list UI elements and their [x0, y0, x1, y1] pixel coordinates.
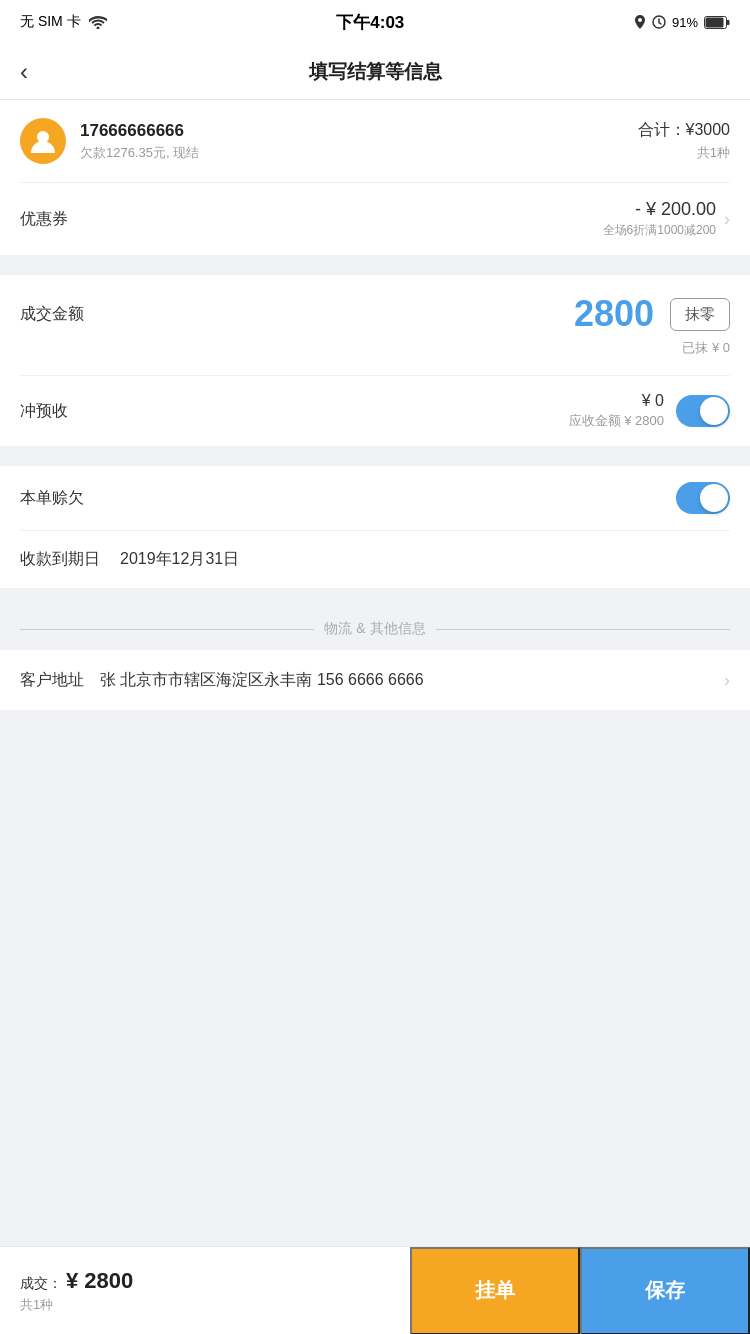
- section-gap-2: [0, 456, 750, 466]
- credit-note-label: 本单赊欠: [20, 488, 84, 509]
- address-label: 客户地址: [20, 670, 90, 691]
- content: 17666666666 欠款1276.35元, 现结 合计：¥3000 共1种 …: [0, 100, 750, 970]
- empty-area: [0, 720, 750, 880]
- svg-rect-2: [726, 20, 729, 25]
- address-value: 张 北京市市辖区海淀区永丰南 156 6666 6666: [100, 668, 714, 692]
- save-button[interactable]: 保存: [580, 1247, 750, 1335]
- coupon-desc: 全场6折满1000减200: [603, 222, 716, 239]
- customer-info: 17666666666 欠款1276.35元, 现结: [80, 121, 199, 162]
- deal-amount-value: 2800: [574, 293, 654, 335]
- total-value: ¥3000: [686, 121, 731, 138]
- address-row[interactable]: 客户地址 张 北京市市辖区海淀区永丰南 156 6666 6666 ›: [0, 650, 750, 710]
- customer-subtext: 欠款1276.35元, 现结: [80, 144, 199, 162]
- logistics-divider: 物流 & 其他信息: [0, 608, 750, 650]
- amount-right: 2800 抹零: [574, 293, 730, 335]
- customer-row: 17666666666 欠款1276.35元, 现结 合计：¥3000 共1种: [0, 100, 750, 182]
- coupon-label: 优惠券: [20, 209, 68, 230]
- battery-icon: [704, 16, 730, 29]
- avatar: [20, 118, 66, 164]
- customer-phone: 17666666666: [80, 121, 199, 141]
- section-gap-1: [0, 265, 750, 275]
- address-card: 客户地址 张 北京市市辖区海淀区永丰南 156 6666 6666 ›: [0, 650, 750, 710]
- status-right: 91%: [634, 15, 730, 30]
- deal-amount-sub: 已抹 ¥ 0: [20, 339, 730, 357]
- total-count: 共1种: [638, 144, 731, 162]
- total-amount: 合计：¥3000: [638, 120, 731, 141]
- location-icon: [634, 15, 646, 29]
- battery-label: 91%: [672, 15, 698, 30]
- clock-icon: [652, 15, 666, 29]
- bottom-summary: 成交：¥ 2800 共1种: [0, 1268, 410, 1314]
- status-bar: 无 SIM 卡 下午4:03 91%: [0, 0, 750, 44]
- deal-amount-label: 成交金额: [20, 304, 84, 325]
- bottom-summary-row: 成交：¥ 2800: [20, 1268, 390, 1294]
- coupon-amount: - ¥ 200.00: [603, 199, 716, 220]
- amount-row: 成交金额 2800 抹零: [20, 293, 730, 335]
- prepayment-label: 冲预收: [20, 401, 68, 422]
- prepayment-value: ¥ 0: [569, 392, 664, 410]
- customer-right: 合计：¥3000 共1种: [638, 120, 731, 162]
- bottom-summary-label: 成交：: [20, 1275, 62, 1291]
- credit-note-row: 本单赊欠: [0, 466, 750, 530]
- address-chevron-icon: ›: [724, 670, 730, 691]
- nav-bar: ‹ 填写结算等信息: [0, 44, 750, 100]
- svg-rect-3: [705, 17, 723, 27]
- status-time: 下午4:03: [336, 11, 404, 34]
- customer-left: 17666666666 欠款1276.35元, 现结: [20, 118, 199, 164]
- status-left: 无 SIM 卡: [20, 13, 107, 31]
- coupon-value: - ¥ 200.00 全场6折满1000减200: [603, 199, 716, 239]
- round-button[interactable]: 抹零: [670, 298, 730, 331]
- due-date-label: 收款到期日: [20, 549, 100, 570]
- logistics-label: 物流 & 其他信息: [324, 620, 425, 638]
- credit-note-toggle[interactable]: [676, 482, 730, 514]
- hold-button[interactable]: 挂单: [410, 1247, 580, 1335]
- credit-note-card: 本单赊欠 收款到期日 2019年12月31日: [0, 466, 750, 588]
- wifi-icon: [89, 16, 107, 29]
- prepayment-row: 冲预收 ¥ 0 应收金额 ¥ 2800: [0, 376, 750, 446]
- coupon-chevron-icon: ›: [724, 209, 730, 230]
- bottom-summary-count: 共1种: [20, 1296, 390, 1314]
- logistics-line-left: [20, 629, 314, 630]
- bottom-bar: 成交：¥ 2800 共1种 挂单 保存: [0, 1246, 750, 1334]
- customer-card: 17666666666 欠款1276.35元, 现结 合计：¥3000 共1种 …: [0, 100, 750, 255]
- prepayment-subvalue: 应收金额 ¥ 2800: [569, 412, 664, 430]
- prepayment-value-block: ¥ 0 应收金额 ¥ 2800: [569, 392, 664, 430]
- coupon-row[interactable]: 优惠券 - ¥ 200.00 全场6折满1000减200 ›: [0, 183, 750, 255]
- due-date-row: 收款到期日 2019年12月31日: [0, 531, 750, 588]
- back-button[interactable]: ‹: [20, 58, 28, 86]
- bottom-summary-amount: ¥ 2800: [66, 1268, 133, 1293]
- prepayment-right: ¥ 0 应收金额 ¥ 2800: [569, 392, 730, 430]
- deal-amount-card: 成交金额 2800 抹零 已抹 ¥ 0 冲预收 ¥ 0 应收金额 ¥ 2800: [0, 275, 750, 446]
- logistics-line-right: [436, 629, 730, 630]
- due-date-value: 2019年12月31日: [120, 549, 239, 570]
- section-gap-3: [0, 598, 750, 608]
- amount-section: 成交金额 2800 抹零 已抹 ¥ 0: [0, 275, 750, 375]
- coupon-right: - ¥ 200.00 全场6折满1000减200 ›: [603, 199, 730, 239]
- total-label: 合计：: [638, 121, 686, 138]
- no-sim-label: 无 SIM 卡: [20, 13, 81, 31]
- page-title: 填写结算等信息: [309, 59, 442, 85]
- prepayment-toggle[interactable]: [676, 395, 730, 427]
